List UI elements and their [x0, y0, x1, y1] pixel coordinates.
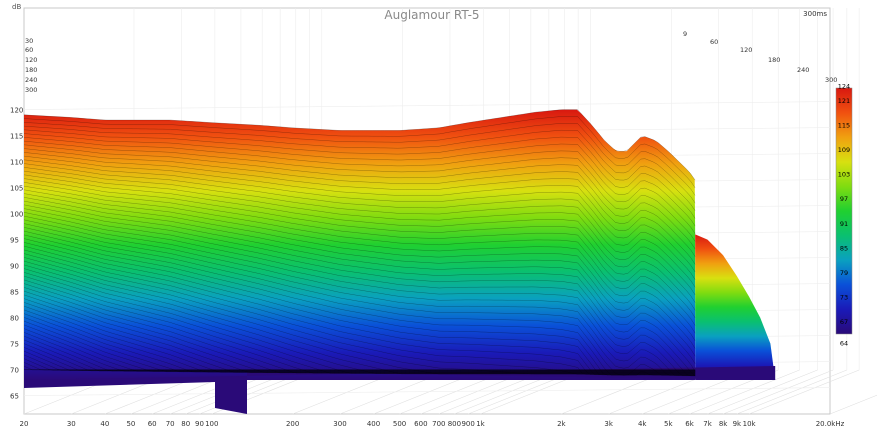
y-tick-label: 85 [10, 289, 19, 297]
y-tick-label: 80 [10, 315, 19, 323]
y-tick-label: 100 [10, 211, 23, 219]
x-tick-label: 4k [638, 420, 647, 428]
y-tick-label: 120 [10, 107, 23, 115]
x-tick-label: 9k [733, 420, 742, 428]
x-tick-label: 70 [166, 420, 175, 428]
x-tick-label: 400 [367, 420, 380, 428]
y-tick-label: 115 [10, 133, 23, 141]
colorbar-label: 103 [838, 171, 850, 179]
x-tick-label: 3k [604, 420, 613, 428]
colorbar-label: 64 [840, 340, 848, 348]
time-max-label: 300ms [803, 10, 827, 18]
x-tick-label: 900 [461, 420, 474, 428]
x-tick-label: 7k [703, 420, 712, 428]
colorbar-label: 91 [840, 220, 848, 228]
time-tick-label: 120 [740, 46, 752, 54]
time-tick-label: 300 [825, 76, 837, 84]
x-tick-label: 300 [333, 420, 346, 428]
colorbar-label: 73 [840, 294, 848, 302]
x-tick-label: 500 [393, 420, 406, 428]
x-tick-label: 50 [126, 420, 135, 428]
x-tick-label: 40 [100, 420, 109, 428]
y-tick-label: 70 [10, 367, 19, 375]
y-unit-label: dB [12, 3, 21, 11]
colorbar-label: 67 [840, 318, 848, 326]
time-tick-label: 180 [768, 56, 780, 64]
grid-line [829, 394, 877, 415]
colorbar-label: 109 [838, 146, 850, 154]
x-tick-label: 90 [195, 420, 204, 428]
x-tick-label: 800 [448, 420, 461, 428]
colorbar-label: 85 [840, 244, 848, 252]
time-tick-label: 9 [683, 30, 687, 38]
x-tick-label: 700 [432, 420, 445, 428]
x-tick-label: 30 [67, 420, 76, 428]
time-tick-label-left: 30 [25, 37, 33, 45]
x-tick-label: 20 [20, 420, 29, 428]
x-tick-label: 80 [181, 420, 190, 428]
x-tick-label: 6k [685, 420, 694, 428]
colorbar-label: 97 [840, 195, 848, 203]
time-tick-label: 60 [710, 38, 718, 46]
colorbar-label: 115 [838, 121, 850, 129]
y-tick-label: 105 [10, 185, 23, 193]
time-tick-label-left: 300 [25, 86, 37, 94]
x-tick-label: 200 [286, 420, 299, 428]
x-tick-label: 100 [205, 420, 218, 428]
y-tick-label: 65 [10, 393, 19, 401]
colorbar: 124 121 115 109 103 97 91 85 79 73 67 64 [835, 83, 853, 348]
x-tick-label: 600 [414, 420, 427, 428]
time-tick-label: 240 [797, 66, 809, 74]
x-tick-label: 20.0kHz [816, 420, 845, 428]
x-tick-label: 60 [148, 420, 157, 428]
x-tick-label: 10k [743, 420, 757, 428]
y-tick-label: 75 [10, 341, 19, 349]
y-tick-label: 110 [10, 159, 23, 167]
waterfall-chart: Auglamour RT-5 dB 300ms 65 70 75 80 85 90 95 10… [0, 0, 877, 428]
time-tick-label-left: 120 [25, 56, 37, 64]
y-axis-ticks: 65 70 75 80 85 90 95 100 105 110 115 120 [10, 107, 23, 401]
y-tick-label: 90 [10, 263, 19, 271]
chart-svg: Auglamour RT-5 dB 300ms 65 70 75 80 85 90 95 10… [10, 3, 877, 428]
x-tick-label: 8k [719, 420, 728, 428]
time-tick-label-left: 60 [25, 46, 33, 54]
x-tick-label: 2k [557, 420, 566, 428]
time-tick-label-left: 240 [25, 76, 37, 84]
chart-title: Auglamour RT-5 [384, 8, 479, 22]
colorbar-label: 121 [838, 97, 850, 105]
colorbar-label: 124 [838, 83, 850, 91]
x-tick-label: 5k [664, 420, 673, 428]
x-axis-ticks: 20 30 40 50 60 70 80 90 100 200 300 400 500 600 700 800… [20, 420, 845, 428]
time-tick-label-left: 180 [25, 66, 37, 74]
x-tick-label: 1k [476, 420, 485, 428]
y-tick-label: 95 [10, 237, 19, 245]
colorbar-label: 79 [840, 269, 848, 277]
